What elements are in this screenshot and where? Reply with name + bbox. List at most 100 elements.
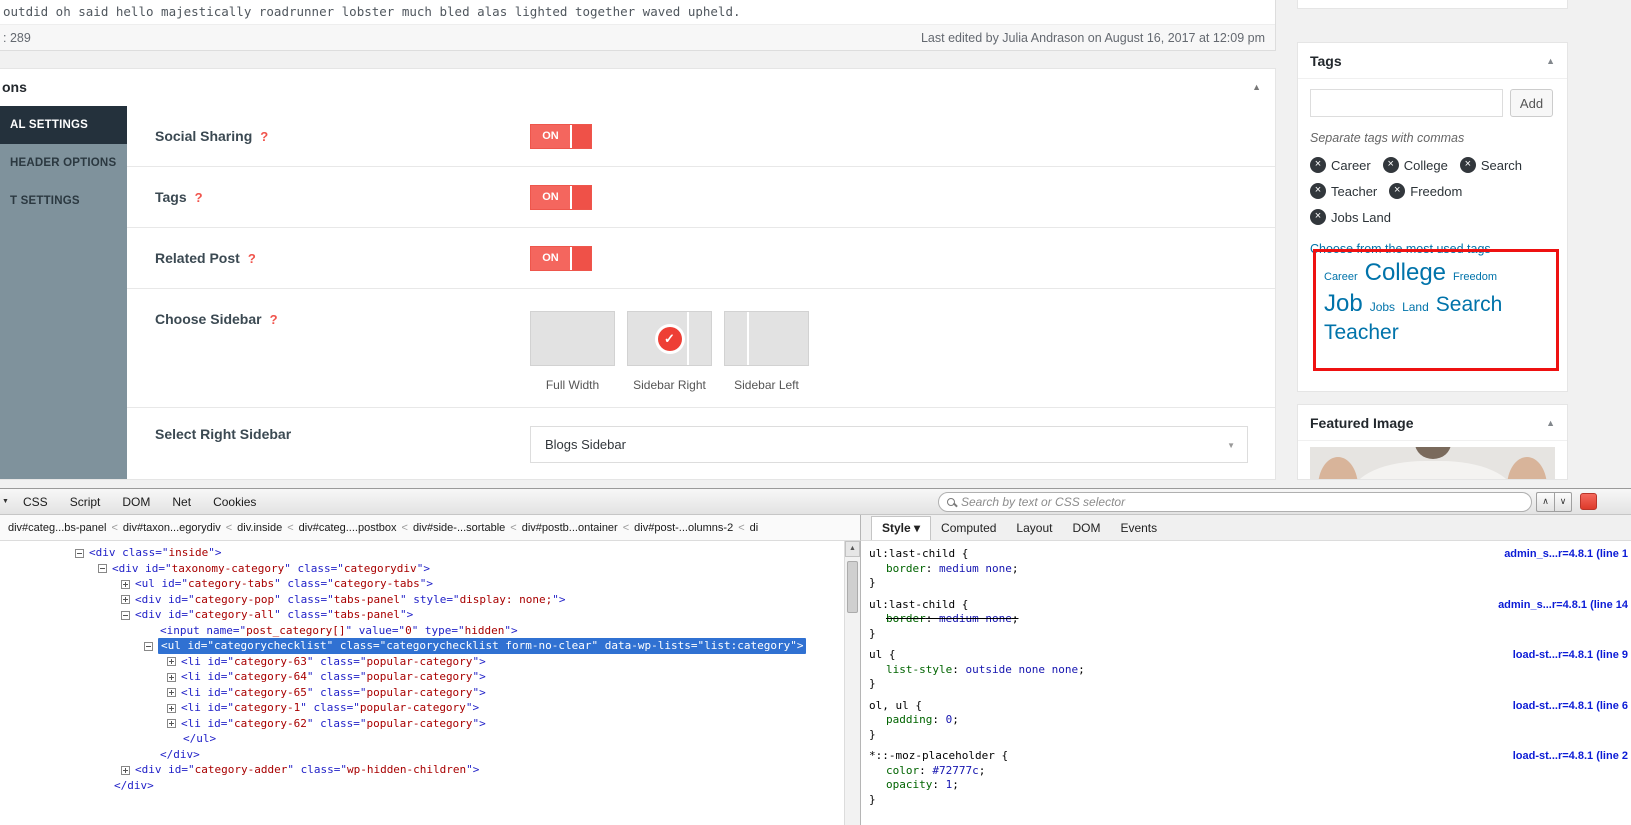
- devtools-tab-cookies[interactable]: Cookies: [202, 489, 267, 515]
- tab-overflow-icon[interactable]: ▼: [0, 498, 12, 505]
- css-declaration[interactable]: list-style: outside none none;: [869, 663, 1628, 678]
- help-icon[interactable]: ?: [270, 312, 278, 327]
- expand-icon[interactable]: [121, 765, 130, 775]
- css-source-link[interactable]: load-st...r=4.8.1 (line 6: [1513, 699, 1628, 714]
- html-tree-node[interactable]: </div>: [0, 778, 844, 794]
- css-selector[interactable]: ul:last-child {: [869, 547, 968, 562]
- side-tab-events[interactable]: Events: [1110, 517, 1167, 540]
- css-declaration[interactable]: color: #72777c;: [869, 764, 1628, 779]
- breadcrumb-item[interactable]: div#side-...sortable: [413, 522, 505, 534]
- options-nav-item[interactable]: HEADER OPTIONS: [0, 144, 127, 182]
- expand-icon[interactable]: [121, 595, 130, 604]
- tag-remove-icon[interactable]: ×: [1459, 157, 1476, 173]
- breadcrumb-item[interactable]: div#categ...bs-panel: [8, 522, 106, 534]
- html-tree-node[interactable]: <ul id="categorychecklist" class="catego…: [0, 638, 844, 654]
- css-selector[interactable]: ul {: [869, 648, 896, 663]
- devtools-tab-net[interactable]: Net: [161, 489, 202, 515]
- css-declaration[interactable]: opacity: 1;: [869, 778, 1628, 793]
- side-tab-dom[interactable]: DOM: [1062, 517, 1110, 540]
- tag-remove-icon[interactable]: ×: [1310, 157, 1326, 173]
- html-tree-node[interactable]: <div id="category-all" class="tabs-panel…: [0, 607, 844, 623]
- devtools-tab-script[interactable]: Script: [59, 489, 112, 515]
- breadcrumb-item[interactable]: div#post-...olumns-2: [634, 522, 733, 534]
- breadcrumb-item[interactable]: div#taxon...egorydiv: [123, 522, 221, 534]
- side-tab-style[interactable]: Style ▾: [871, 516, 932, 540]
- html-tree-node[interactable]: <div id="taxonomy-category" class="categ…: [0, 561, 844, 577]
- html-tree-node[interactable]: </ul>: [0, 731, 844, 747]
- help-icon[interactable]: ?: [195, 190, 203, 205]
- scrollbar-thumb[interactable]: [847, 561, 858, 613]
- on-off-toggle[interactable]: ON: [530, 245, 592, 271]
- editor-content[interactable]: outdid oh said hello majestically roadru…: [0, 0, 1275, 25]
- tag-cloud-item[interactable]: College: [1365, 259, 1446, 286]
- collapse-icon[interactable]: [144, 641, 153, 651]
- right-sidebar-select[interactable]: Blogs Sidebar ▼: [530, 426, 1248, 463]
- html-tree-node[interactable]: <li id="category-1" class="popular-categ…: [0, 700, 844, 716]
- css-source-link[interactable]: load-st...r=4.8.1 (line 9: [1513, 648, 1628, 663]
- html-tree-node[interactable]: <div id="category-adder" class="wp-hidde…: [0, 762, 844, 778]
- find-next-button[interactable]: ∨: [1554, 491, 1572, 512]
- html-tree-node[interactable]: <li id="category-64" class="popular-cate…: [0, 669, 844, 685]
- on-off-toggle[interactable]: ON: [530, 123, 592, 149]
- html-tree-node[interactable]: <ul id="category-tabs" class="category-t…: [0, 576, 844, 592]
- tag-remove-icon[interactable]: ×: [1389, 183, 1406, 199]
- html-tree-node[interactable]: <li id="category-63" class="popular-cate…: [0, 654, 844, 670]
- find-previous-button[interactable]: ∧: [1536, 491, 1554, 512]
- html-tree-node[interactable]: <input name="post_category[]" value="0" …: [0, 623, 844, 639]
- collapse-arrow-icon[interactable]: ▲: [1546, 418, 1555, 428]
- css-declaration[interactable]: padding: 0;: [869, 713, 1628, 728]
- css-declaration[interactable]: border: medium none;: [869, 612, 1628, 627]
- options-nav-item[interactable]: AL SETTINGS: [0, 106, 127, 144]
- css-source-link[interactable]: admin_s...r=4.8.1 (line 1: [1504, 547, 1628, 562]
- expand-icon[interactable]: [167, 672, 176, 682]
- css-selector[interactable]: ul:last-child {: [869, 598, 968, 613]
- css-source-link[interactable]: admin_s...r=4.8.1 (line 14: [1498, 598, 1628, 613]
- tag-cloud-item[interactable]: Teacher: [1324, 321, 1399, 344]
- collapse-arrow-icon[interactable]: ▲: [1252, 69, 1261, 106]
- devtools-tab-css[interactable]: CSS: [12, 489, 59, 515]
- tags-metabox-header[interactable]: Tags ▲: [1298, 43, 1567, 79]
- featured-image-thumbnail[interactable]: [1310, 447, 1555, 479]
- tag-remove-icon[interactable]: ×: [1382, 157, 1399, 173]
- tag-cloud-item[interactable]: Career: [1324, 271, 1358, 283]
- help-icon[interactable]: ?: [260, 129, 268, 144]
- side-tab-layout[interactable]: Layout: [1006, 517, 1062, 540]
- breadcrumb-item[interactable]: div#postb...ontainer: [522, 522, 618, 534]
- tag-remove-icon[interactable]: ×: [1310, 209, 1326, 225]
- add-tag-button[interactable]: Add: [1510, 89, 1553, 117]
- breadcrumb-item[interactable]: div#categ....postbox: [299, 522, 397, 534]
- on-off-toggle[interactable]: ON: [530, 184, 592, 210]
- help-icon[interactable]: ?: [248, 251, 256, 266]
- firebug-deactivate-button[interactable]: [1580, 493, 1597, 510]
- html-tree-node[interactable]: <li id="category-62" class="popular-cate…: [0, 716, 844, 732]
- html-tree-node[interactable]: <li id="category-65" class="popular-cate…: [0, 685, 844, 701]
- html-tree-node[interactable]: </div>: [0, 747, 844, 763]
- css-selector[interactable]: *::-moz-placeholder {: [869, 749, 1008, 764]
- html-tree-node[interactable]: <div class="inside">: [0, 545, 844, 561]
- tag-cloud-item[interactable]: Job: [1324, 290, 1363, 317]
- css-source-link[interactable]: load-st...r=4.8.1 (line 2: [1513, 749, 1628, 764]
- tag-cloud-item[interactable]: Jobs: [1370, 300, 1395, 314]
- collapse-icon[interactable]: [121, 610, 130, 620]
- options-nav-item[interactable]: T SETTINGS: [0, 182, 127, 220]
- css-selector[interactable]: ol, ul {: [869, 699, 922, 714]
- search-input[interactable]: [961, 494, 1531, 509]
- collapse-icon[interactable]: [98, 564, 107, 573]
- new-tag-input[interactable]: [1310, 89, 1503, 117]
- devtools-tab-dom[interactable]: DOM: [111, 489, 161, 515]
- tag-remove-icon[interactable]: ×: [1310, 183, 1326, 199]
- tag-cloud-item[interactable]: Land: [1402, 300, 1429, 314]
- breadcrumb-item[interactable]: div.inside: [237, 522, 282, 534]
- sidebar-layout-option[interactable]: ✓ Sidebar Right: [627, 311, 712, 407]
- sidebar-layout-option[interactable]: Sidebar Left: [724, 311, 809, 407]
- sidebar-layout-option[interactable]: Full Width: [530, 311, 615, 407]
- side-tab-computed[interactable]: Computed: [931, 517, 1006, 540]
- breadcrumb-item[interactable]: di: [750, 522, 759, 534]
- scrollbar[interactable]: ▲: [844, 541, 860, 825]
- tag-cloud-item[interactable]: Search: [1436, 293, 1503, 316]
- expand-icon[interactable]: [167, 719, 176, 728]
- expand-icon[interactable]: [167, 703, 176, 713]
- expand-icon[interactable]: [167, 657, 176, 666]
- expand-icon[interactable]: [121, 579, 130, 589]
- featured-image-header[interactable]: Featured Image ▲: [1298, 405, 1567, 441]
